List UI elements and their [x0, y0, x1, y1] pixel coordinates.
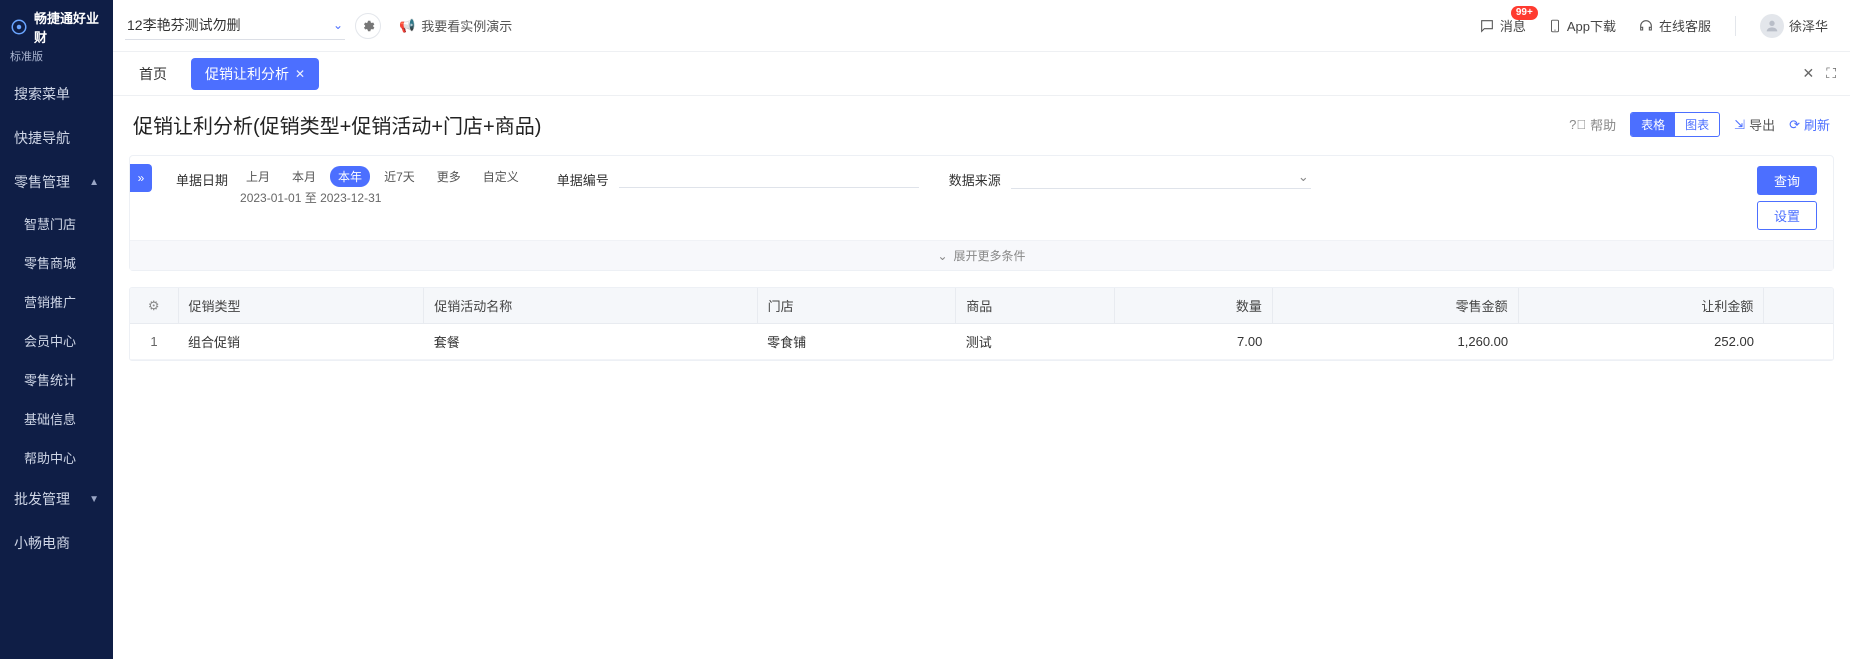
sidebar-item-marketing[interactable]: 营销推广	[0, 282, 113, 321]
view-table-button[interactable]: 表格	[1631, 113, 1675, 136]
org-selector[interactable]: 12李艳芬测试勿删 ⌄	[125, 11, 345, 40]
chip-last-month[interactable]: 上月	[238, 166, 278, 187]
messages-button[interactable]: 消息 99+	[1473, 12, 1532, 39]
source-select[interactable]: ⌄	[1011, 166, 1311, 189]
close-all-tabs-button[interactable]: ✕	[1802, 65, 1814, 82]
expand-filters-button[interactable]: ⌄ 展开更多条件	[130, 240, 1833, 270]
col-discount-amount[interactable]: 让利金额	[1518, 288, 1764, 324]
cell-activity: 套餐	[424, 324, 757, 360]
date-range-text: 2023-01-01 至 2023-12-31	[238, 189, 527, 206]
filter-docno-label: 单据编号	[557, 166, 609, 189]
brand: 畅捷通好业财	[0, 0, 113, 48]
chip-more[interactable]: 更多	[429, 166, 469, 187]
collapse-filters-button[interactable]: »	[130, 164, 152, 192]
page-title: 促销让利分析(促销类型+促销活动+门店+商品)	[133, 110, 1555, 139]
chip-custom[interactable]: 自定义	[475, 166, 527, 187]
query-button[interactable]: 查询	[1757, 166, 1817, 195]
docno-input[interactable]	[619, 166, 919, 188]
brand-name: 畅捷通好业财	[34, 8, 103, 46]
row-index: 1	[130, 324, 178, 360]
brand-logo-icon	[10, 18, 28, 36]
export-icon: ⇲	[1734, 117, 1745, 133]
filter-docno: 单据编号	[557, 166, 919, 189]
tabs: 首页 促销让利分析 ✕ ✕ ⛶	[113, 52, 1850, 96]
separator	[1735, 16, 1736, 36]
double-chevron-down-icon: ⌄	[937, 249, 947, 263]
tab-promo-analysis[interactable]: 促销让利分析 ✕	[191, 58, 319, 90]
chevron-down-icon: ⌄	[333, 18, 343, 32]
cell-promo-type: 组合促销	[178, 324, 424, 360]
date-chips: 上月 本月 本年 近7天 更多 自定义	[238, 166, 527, 187]
sidebar-item-base-info[interactable]: 基础信息	[0, 399, 113, 438]
cell-store: 零食铺	[757, 324, 956, 360]
sidebar-section-ecommerce[interactable]: 小畅电商	[0, 521, 113, 565]
headset-icon	[1638, 18, 1654, 34]
chip-this-month[interactable]: 本月	[284, 166, 324, 187]
filter-source-label: 数据来源	[949, 166, 1001, 189]
cell-product: 测试	[956, 324, 1114, 360]
sidebar-item-help-center[interactable]: 帮助中心	[0, 438, 113, 477]
col-store[interactable]: 门店	[757, 288, 956, 324]
fullscreen-button[interactable]: ⛶	[1826, 65, 1836, 82]
sidebar-item-member-center[interactable]: 会员中心	[0, 321, 113, 360]
table-row[interactable]: 1 组合促销 套餐 零食铺 测试 7.00 1,260.00 252.00	[130, 324, 1833, 360]
sidebar-item-smart-store[interactable]: 智慧门店	[0, 204, 113, 243]
chat-icon	[1479, 18, 1495, 34]
col-product[interactable]: 商品	[956, 288, 1114, 324]
avatar-icon	[1760, 14, 1784, 38]
caret-up-icon: ▲	[89, 177, 99, 188]
caret-down-icon: ▼	[89, 494, 99, 505]
col-sales-amount[interactable]: 零售金额	[1272, 288, 1518, 324]
refresh-icon: ⟳	[1789, 117, 1800, 133]
refresh-button[interactable]: ⟳ 刷新	[1789, 115, 1830, 134]
cell-discount: 252.00	[1518, 324, 1764, 360]
filter-date: 单据日期 上月 本月 本年 近7天 更多 自定义 2023-01-01 至 20…	[176, 166, 527, 206]
col-qty[interactable]: 数量	[1114, 288, 1272, 324]
question-icon: ?⃝	[1569, 117, 1586, 132]
sidebar-item-retail-stats[interactable]: 零售统计	[0, 360, 113, 399]
support-button[interactable]: 在线客服	[1632, 12, 1717, 39]
app-download-button[interactable]: App下载	[1542, 12, 1622, 39]
user-menu[interactable]: 徐泽华	[1754, 10, 1834, 42]
megaphone-icon: 📢	[399, 18, 415, 34]
demo-link[interactable]: 📢 我要看实例演示	[399, 16, 512, 35]
export-button[interactable]: ⇲ 导出	[1734, 115, 1775, 134]
main: 12李艳芬测试勿删 ⌄ 📢 我要看实例演示 消息 99+ App下载	[113, 0, 1850, 659]
help-button[interactable]: ?⃝ 帮助	[1569, 115, 1616, 134]
result-table: ⚙ 促销类型 促销活动名称 门店 商品 数量 零售金额 让利金额 1 组合促销 …	[129, 287, 1834, 361]
sidebar: 畅捷通好业财 标准版 搜索菜单 快捷导航 零售管理 ▲ 智慧门店 零售商城 营销…	[0, 0, 113, 659]
tab-home[interactable]: 首页	[125, 58, 181, 90]
filter-settings-button[interactable]: 设置	[1757, 201, 1817, 230]
sidebar-section-wholesale[interactable]: 批发管理 ▼	[0, 477, 113, 521]
sidebar-section-retail[interactable]: 零售管理 ▲	[0, 160, 113, 204]
page-header: 促销让利分析(促销类型+促销活动+门店+商品) ?⃝ 帮助 表格 图表 ⇲ 导出…	[113, 96, 1850, 149]
col-activity-name[interactable]: 促销活动名称	[424, 288, 757, 324]
user-name: 徐泽华	[1789, 16, 1828, 35]
org-name: 12李艳芬测试勿删	[127, 15, 241, 35]
messages-badge: 99+	[1511, 6, 1538, 20]
brand-edition: 标准版	[0, 48, 113, 72]
sidebar-search[interactable]: 搜索菜单	[0, 72, 113, 116]
close-icon[interactable]: ✕	[295, 67, 305, 81]
cell-qty: 7.00	[1114, 324, 1272, 360]
table-settings-button[interactable]: ⚙	[148, 298, 160, 313]
chip-this-year[interactable]: 本年	[330, 166, 370, 187]
filter-source: 数据来源 ⌄	[949, 166, 1311, 189]
chip-last-7-days[interactable]: 近7天	[376, 166, 423, 187]
gear-icon	[361, 19, 375, 33]
chevron-down-icon: ⌄	[1298, 169, 1309, 185]
filter-date-label: 单据日期	[176, 166, 228, 189]
col-promo-type[interactable]: 促销类型	[178, 288, 424, 324]
filter-panel: » 单据日期 上月 本月 本年 近7天 更多 自定义 2023-01-01 至 …	[129, 155, 1834, 271]
phone-icon	[1548, 18, 1562, 34]
topbar: 12李艳芬测试勿删 ⌄ 📢 我要看实例演示 消息 99+ App下载	[113, 0, 1850, 52]
sidebar-item-retail-mall[interactable]: 零售商城	[0, 243, 113, 282]
sidebar-quicknav[interactable]: 快捷导航	[0, 116, 113, 160]
view-toggle: 表格 图表	[1630, 112, 1720, 137]
cell-sales: 1,260.00	[1272, 324, 1518, 360]
view-chart-button[interactable]: 图表	[1675, 113, 1719, 136]
org-settings-button[interactable]	[355, 13, 381, 39]
